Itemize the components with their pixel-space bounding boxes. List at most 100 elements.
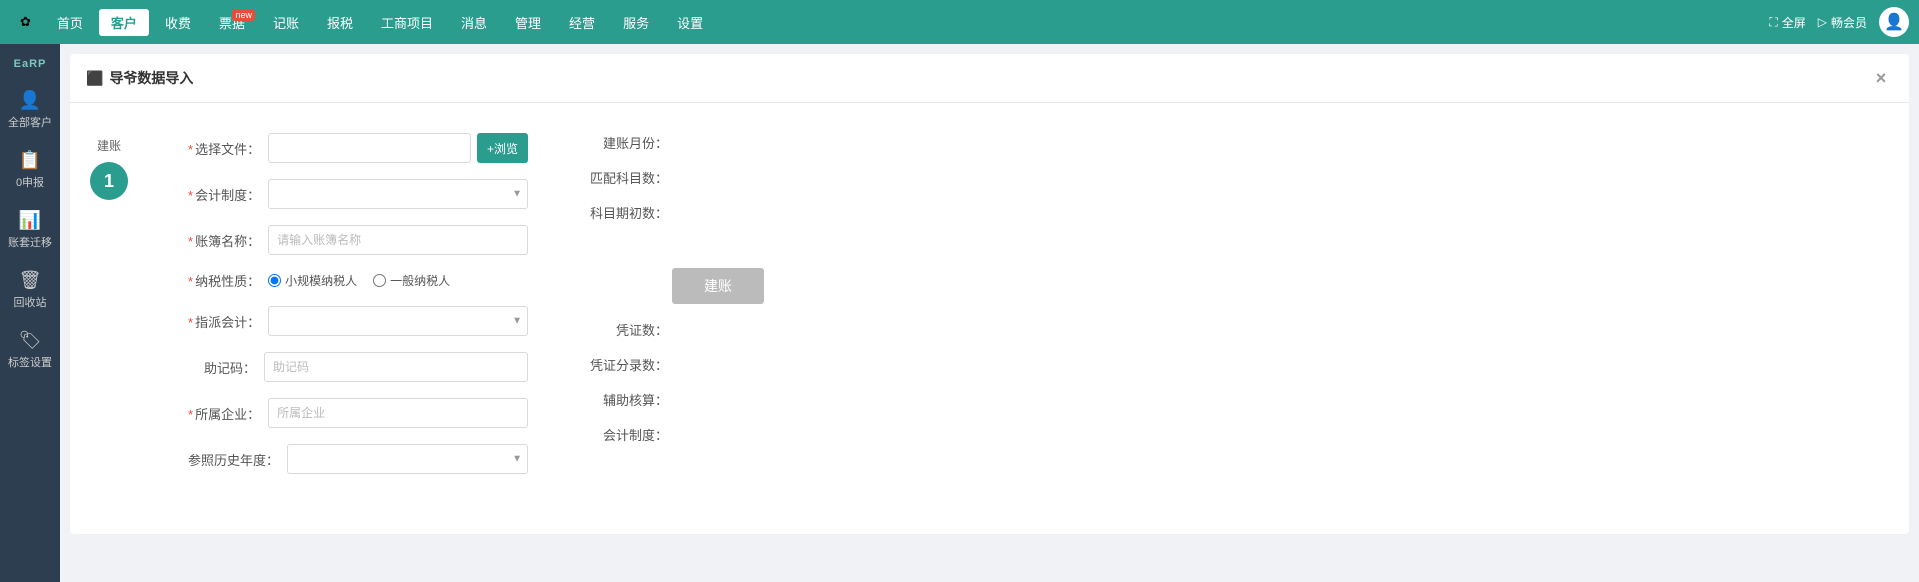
assigned-accountant-label: 指派会计：	[188, 312, 260, 331]
sidebar-item-migration[interactable]: 📊 账套迁移	[0, 202, 60, 258]
reference-year-select[interactable]	[287, 444, 528, 474]
establish-btn-wrap: 建账	[588, 258, 848, 304]
fullscreen-button[interactable]: ⛶ 全屏	[1769, 14, 1805, 31]
browse-button[interactable]: +浏览	[477, 133, 528, 163]
voucher-count-row: 凭证数：	[588, 320, 848, 339]
nav-item-customer[interactable]: 客户	[99, 9, 149, 36]
company-input[interactable]	[268, 398, 528, 428]
sidebar: EaRP 👤 全部客户 📋 0申报 📊 账套迁移 🗑 回收站 🏷 标签设置	[0, 44, 60, 582]
sidebar-item-declaration[interactable]: 📋 0申报	[0, 142, 60, 198]
sidebar-item-migration-label: 账套迁移	[8, 234, 52, 250]
step-label: 建账	[97, 137, 121, 154]
vip-icon: ▷	[1818, 15, 1827, 29]
main-content: ⬛ 导爷数据导入 × 建账 1 选择文件：	[60, 44, 1919, 582]
sidebar-item-tags-label: 标签设置	[8, 354, 52, 370]
nav-item-message[interactable]: 消息	[449, 9, 499, 36]
all-customers-icon: 👤	[19, 90, 41, 111]
logo-icon: ✿	[20, 14, 31, 30]
assigned-accountant-row: 指派会计： ▼	[188, 306, 528, 336]
match-accounts-label: 匹配科目数：	[588, 168, 668, 187]
right-accounting-system-label: 会计制度：	[588, 425, 668, 444]
radio-general-label: 一般纳税人	[390, 272, 450, 289]
radio-small-label: 小规模纳税人	[285, 272, 357, 289]
month-row: 建账月份：	[588, 133, 848, 152]
auxiliary-accounting-row: 辅助核算：	[588, 390, 848, 409]
select-file-label: 选择文件：	[188, 139, 260, 158]
tax-type-radio-group: 小规模纳税人 一般纳税人	[268, 272, 528, 289]
right-accounting-system-row: 会计制度：	[588, 425, 848, 444]
new-badge: new	[232, 9, 255, 22]
nav-item-home[interactable]: 首页	[45, 9, 95, 36]
import-panel: ⬛ 导爷数据导入 × 建账 1 选择文件：	[70, 54, 1909, 534]
fullscreen-label: 全屏	[1782, 14, 1806, 31]
nav-item-invoice[interactable]: 票据 new	[207, 9, 257, 36]
earp-logo-text: EaRP	[14, 54, 47, 78]
recycle-icon: 🗑	[19, 270, 42, 291]
vip-button[interactable]: ▷ 畅会员	[1818, 14, 1867, 31]
step-section: 建账 1	[90, 133, 128, 474]
voucher-count-label: 凭证数：	[588, 320, 668, 339]
company-row: 所属企业：	[188, 398, 528, 428]
file-input[interactable]	[268, 133, 471, 163]
accounting-system-row: 会计制度： ▼	[188, 179, 528, 209]
form-left: 选择文件： +浏览 会计制度： ▼	[188, 133, 528, 474]
sidebar-item-recycle-label: 回收站	[14, 294, 47, 310]
reference-year-row: 参照历史年度： ▼	[188, 444, 528, 474]
sidebar-item-all-customers[interactable]: 👤 全部客户	[0, 82, 60, 138]
reference-year-select-wrapper: ▼	[287, 444, 528, 474]
radio-general-input[interactable]	[373, 274, 386, 287]
close-button[interactable]: ×	[1869, 66, 1893, 90]
avatar[interactable]: 👤	[1879, 7, 1909, 37]
month-label: 建账月份：	[588, 133, 668, 152]
nav-item-manage[interactable]: 管理	[503, 9, 553, 36]
tax-type-row: 纳税性质： 小规模纳税人 一般纳税人	[188, 271, 528, 290]
company-label: 所属企业：	[188, 404, 260, 423]
radio-small-taxpayer[interactable]: 小规模纳税人	[268, 272, 357, 289]
radio-small-input[interactable]	[268, 274, 281, 287]
reference-year-label: 参照历史年度：	[188, 450, 279, 469]
ledger-name-input[interactable]	[268, 225, 528, 255]
tax-type-label: 纳税性质：	[188, 271, 260, 290]
form-right: 建账月份： 匹配科目数： 科目期初数： 建账	[588, 133, 848, 474]
declaration-icon: 📋	[19, 150, 41, 171]
title-icon: ⬛	[86, 70, 103, 87]
top-nav: ✿ 首页 客户 收费 票据 new 记账 报税 工商项目 消息 管理 经营 服务…	[0, 0, 1919, 44]
nav-item-tax[interactable]: 报税	[315, 9, 365, 36]
migration-icon: 📊	[19, 210, 41, 231]
assistant-code-input[interactable]	[264, 352, 528, 382]
sidebar-item-recycle[interactable]: 🗑 回收站	[0, 262, 60, 318]
establish-button[interactable]: 建账	[672, 268, 764, 304]
assistant-code-label: 助记码：	[188, 358, 256, 377]
sidebar-item-tags[interactable]: 🏷 标签设置	[0, 322, 60, 378]
panel-title: ⬛ 导爷数据导入	[86, 68, 193, 88]
accounting-system-label: 会计制度：	[188, 185, 260, 204]
top-nav-right: ⛶ 全屏 ▷ 畅会员 👤	[1769, 7, 1909, 37]
sidebar-item-declaration-label: 0申报	[16, 174, 44, 190]
voucher-entries-label: 凭证分录数：	[588, 355, 668, 374]
nav-item-fee[interactable]: 收费	[153, 9, 203, 36]
accountant-select[interactable]	[268, 306, 528, 336]
layout: EaRP 👤 全部客户 📋 0申报 📊 账套迁移 🗑 回收站 🏷 标签设置	[0, 44, 1919, 582]
panel-header: ⬛ 导爷数据导入 ×	[70, 54, 1909, 103]
nav-item-business[interactable]: 工商项目	[369, 9, 445, 36]
logo[interactable]: ✿	[10, 0, 41, 44]
step-circle: 1	[90, 162, 128, 200]
voucher-entries-row: 凭证分录数：	[588, 355, 848, 374]
ledger-name-label: 账簿名称：	[188, 231, 260, 250]
fullscreen-icon: ⛶	[1769, 15, 1777, 30]
accounting-system-select-wrapper: ▼	[268, 179, 528, 209]
period-initial-label: 科目期初数：	[588, 203, 668, 222]
tags-icon: 🏷	[19, 330, 42, 351]
nav-item-bookkeeping[interactable]: 记账	[261, 9, 311, 36]
ledger-name-row: 账簿名称：	[188, 225, 528, 255]
panel-title-text: 导爷数据导入	[109, 68, 193, 88]
accounting-system-select[interactable]	[268, 179, 528, 209]
accountant-select-wrapper: ▼	[268, 306, 528, 336]
file-row: +浏览	[268, 133, 528, 163]
radio-general-taxpayer[interactable]: 一般纳税人	[373, 272, 450, 289]
sidebar-item-all-customers-label: 全部客户	[8, 114, 52, 130]
nav-item-operation[interactable]: 经营	[557, 9, 607, 36]
nav-item-service[interactable]: 服务	[611, 9, 661, 36]
match-accounts-row: 匹配科目数：	[588, 168, 848, 187]
nav-item-settings[interactable]: 设置	[665, 9, 715, 36]
